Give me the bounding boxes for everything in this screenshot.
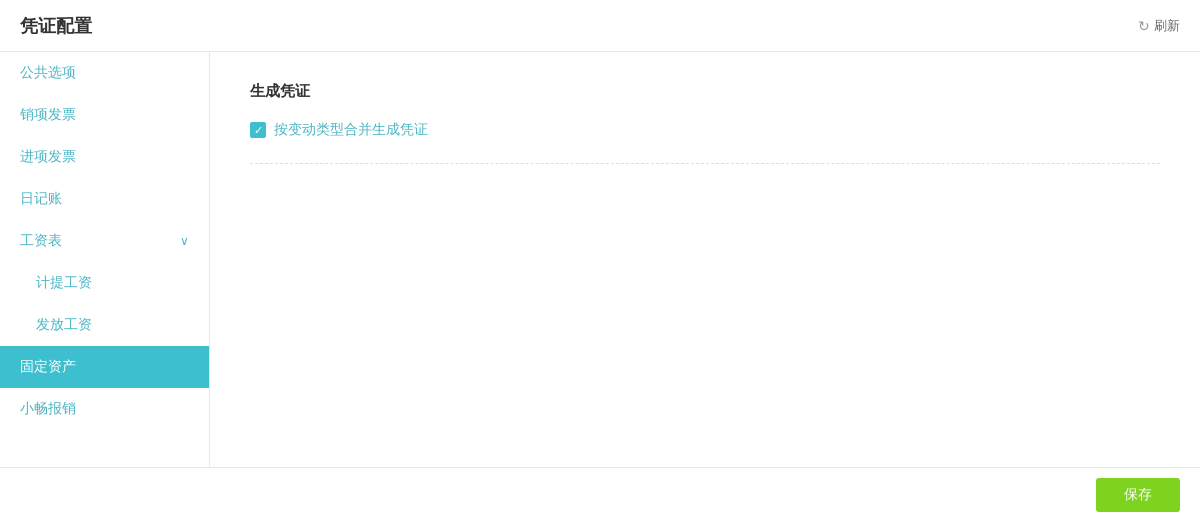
- sidebar-item-sales-invoice[interactable]: 销项发票: [0, 94, 209, 136]
- sidebar-item-purchase-invoice[interactable]: 进项发票: [0, 136, 209, 178]
- section-title: 生成凭证: [250, 82, 1160, 101]
- sidebar-item-label: 计提工资: [36, 274, 92, 292]
- sidebar-item-label: 固定资产: [20, 358, 76, 376]
- sidebar-item-calc-salary[interactable]: 计提工资: [0, 262, 209, 304]
- page-footer: 保存: [0, 467, 1200, 522]
- save-button[interactable]: 保存: [1096, 478, 1180, 512]
- refresh-button[interactable]: ↻ 刷新: [1138, 17, 1180, 35]
- section-divider: [250, 163, 1160, 164]
- checkbox-row: ✓ 按变动类型合并生成凭证: [250, 121, 1160, 139]
- sidebar-item-payroll-table[interactable]: 工资表 ∨: [0, 220, 209, 262]
- page-title: 凭证配置: [20, 14, 92, 38]
- sidebar-item-public-options[interactable]: 公共选项: [0, 52, 209, 94]
- checkbox-label[interactable]: 按变动类型合并生成凭证: [274, 121, 428, 139]
- chevron-down-icon: ∨: [180, 234, 189, 248]
- checkmark-icon: ✓: [254, 125, 263, 136]
- sidebar-item-label: 进项发票: [20, 148, 76, 166]
- refresh-label: 刷新: [1154, 17, 1180, 35]
- sidebar-item-label: 日记账: [20, 190, 62, 208]
- refresh-icon: ↻: [1138, 18, 1150, 34]
- content-area: 生成凭证 ✓ 按变动类型合并生成凭证: [210, 52, 1200, 467]
- sidebar-item-label: 工资表: [20, 232, 62, 250]
- page-header: 凭证配置 ↻ 刷新: [0, 0, 1200, 52]
- sidebar: 公共选项 销项发票 进项发票 日记账 工资表 ∨ 计提工资 发放工资 固定资产 …: [0, 52, 210, 467]
- sidebar-item-journal[interactable]: 日记账: [0, 178, 209, 220]
- merge-by-type-checkbox[interactable]: ✓: [250, 122, 266, 138]
- sidebar-item-pay-salary[interactable]: 发放工资: [0, 304, 209, 346]
- sidebar-item-expense-reimbursement[interactable]: 小畅报销: [0, 388, 209, 430]
- sidebar-item-label: 公共选项: [20, 64, 76, 82]
- sidebar-item-label: 销项发票: [20, 106, 76, 124]
- sidebar-item-label: 小畅报销: [20, 400, 76, 418]
- sidebar-item-label: 发放工资: [36, 316, 92, 334]
- sidebar-item-fixed-assets[interactable]: 固定资产: [0, 346, 209, 388]
- main-layout: 公共选项 销项发票 进项发票 日记账 工资表 ∨ 计提工资 发放工资 固定资产 …: [0, 52, 1200, 467]
